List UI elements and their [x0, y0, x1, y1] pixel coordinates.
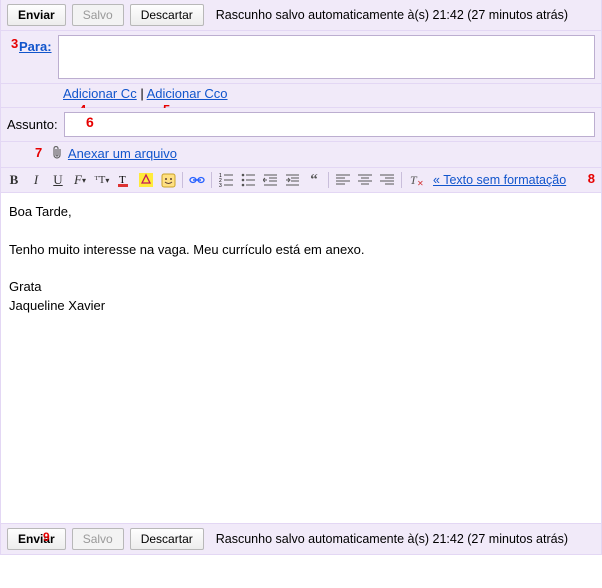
message-body[interactable]: Boa Tarde, Tenho muito interesse na vaga…	[1, 193, 601, 523]
link-button[interactable]	[188, 171, 206, 189]
bottom-action-bar: Enviar 9 Salvo Descartar Rascunho salvo …	[1, 523, 601, 554]
toolbar-separator	[182, 172, 183, 188]
to-label[interactable]: Para:	[19, 35, 52, 54]
toolbar-separator	[211, 172, 212, 188]
svg-text:✕: ✕	[417, 179, 424, 187]
bold-button[interactable]: B	[5, 171, 23, 189]
toolbar-separator	[328, 172, 329, 188]
quote-button[interactable]: “	[305, 171, 323, 189]
saved-button-bottom: Salvo	[72, 528, 124, 550]
plain-text-link[interactable]: « Texto sem formatação	[433, 173, 566, 187]
text-color-button[interactable]: T	[115, 171, 133, 189]
font-size-button[interactable]: ᵀT▾	[93, 171, 111, 189]
to-input[interactable]	[58, 35, 595, 79]
italic-button[interactable]: I	[27, 171, 45, 189]
highlight-button[interactable]	[137, 171, 155, 189]
remove-format-button[interactable]: T✕	[407, 171, 425, 189]
font-family-button[interactable]: F▾	[71, 171, 89, 189]
unordered-list-button[interactable]	[239, 171, 257, 189]
annotation-3: 3	[11, 36, 18, 51]
discard-button[interactable]: Descartar	[130, 4, 204, 26]
add-bcc-link[interactable]: Adicionar Cco	[147, 86, 228, 101]
send-button[interactable]: Enviar	[7, 4, 66, 26]
outdent-button[interactable]	[261, 171, 279, 189]
subject-row: Assunto: 6	[1, 108, 601, 142]
ordered-list-button[interactable]: 123	[217, 171, 235, 189]
subject-label: Assunto:	[7, 117, 58, 132]
add-cc-link[interactable]: Adicionar Cc	[63, 86, 137, 101]
align-left-button[interactable]	[334, 171, 352, 189]
autosave-status: Rascunho salvo automaticamente à(s) 21:4…	[216, 8, 568, 22]
align-center-button[interactable]	[356, 171, 374, 189]
attach-row: 7 Anexar um arquivo	[1, 142, 601, 168]
autosave-status-bottom: Rascunho salvo automaticamente à(s) 21:4…	[216, 532, 568, 546]
align-right-button[interactable]	[378, 171, 396, 189]
to-row: 3 Para:	[1, 31, 601, 84]
svg-text:3: 3	[219, 183, 222, 187]
toolbar-separator	[401, 172, 402, 188]
cc-bcc-row: Adicionar Cc | Adicionar Cco 4 5	[1, 84, 601, 108]
indent-button[interactable]	[283, 171, 301, 189]
underline-button[interactable]: U	[49, 171, 67, 189]
annotation-8: 8	[588, 171, 595, 186]
format-toolbar: B I U F▾ ᵀT▾ T 123 “	[1, 168, 601, 193]
compose-window: Enviar Salvo Descartar Rascunho salvo au…	[0, 0, 602, 555]
top-action-bar: Enviar Salvo Descartar Rascunho salvo au…	[1, 0, 601, 31]
send-button-bottom[interactable]: Enviar	[7, 528, 66, 550]
attach-file-link[interactable]: Anexar um arquivo	[68, 146, 177, 161]
cc-separator: |	[137, 86, 147, 101]
annotation-7: 7	[35, 145, 42, 160]
saved-button: Salvo	[72, 4, 124, 26]
paperclip-icon	[51, 146, 65, 163]
subject-input[interactable]	[64, 112, 595, 137]
emoticon-button[interactable]	[159, 171, 177, 189]
discard-button-bottom[interactable]: Descartar	[130, 528, 204, 550]
